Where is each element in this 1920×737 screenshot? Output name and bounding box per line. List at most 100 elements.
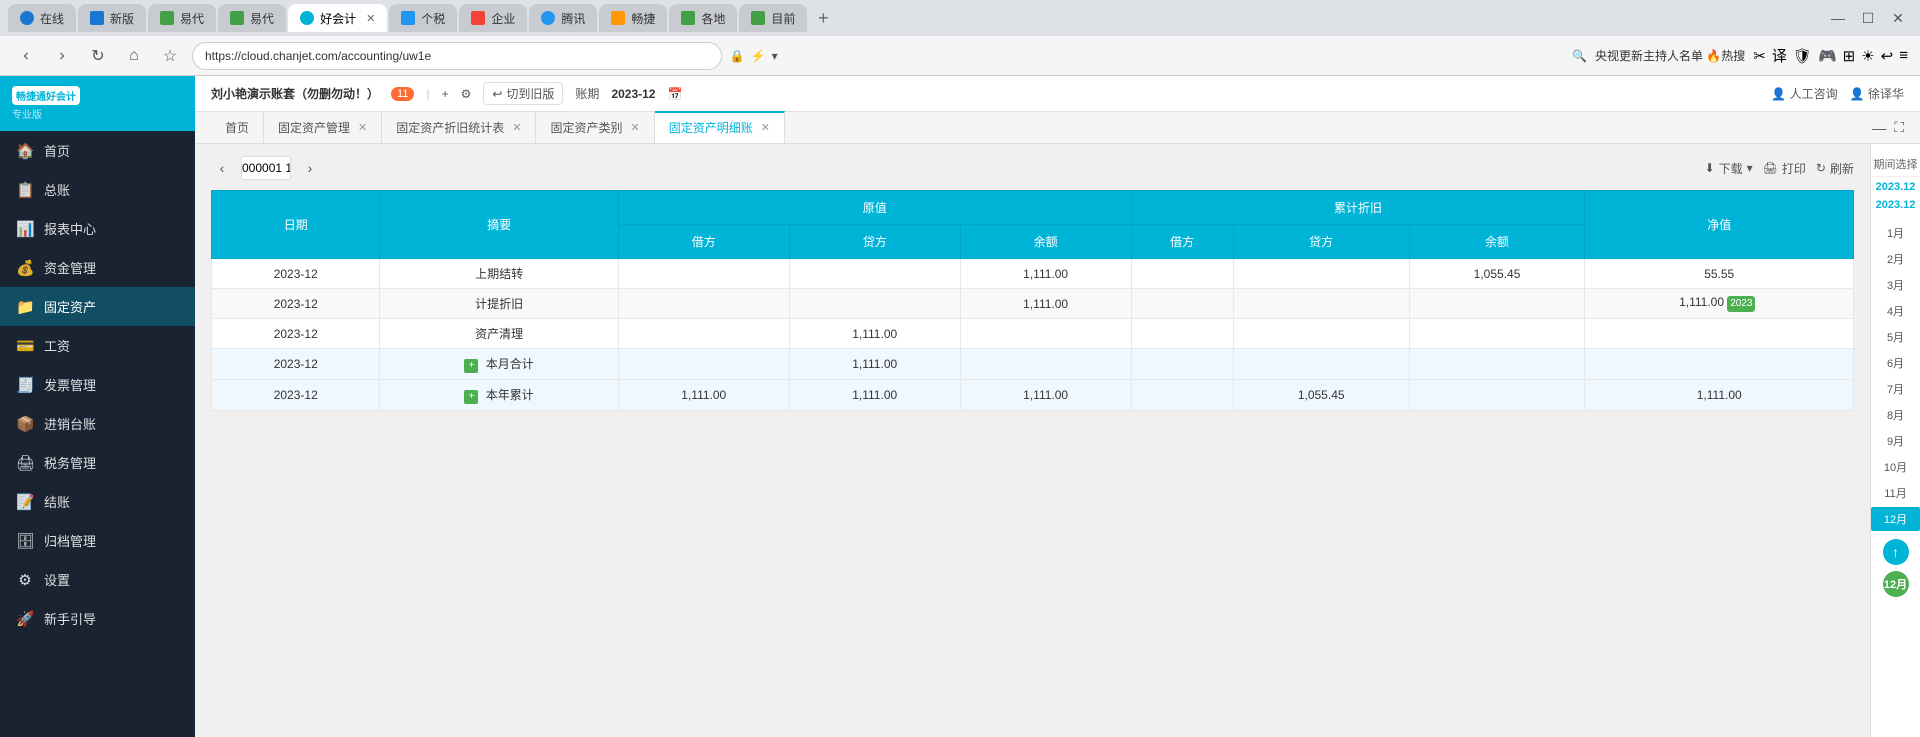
month-4[interactable]: 4月 (1871, 299, 1920, 323)
tab-fixed-category[interactable]: 固定资产类别 ✕ (536, 112, 654, 144)
up-scroll-icon[interactable]: ↑ (1883, 539, 1909, 565)
sidebar-label-home: 首页 (44, 141, 70, 160)
browser-tab-online[interactable]: 在线 (8, 4, 76, 32)
tab-depreciation-stat[interactable]: 固定资产折旧统计表 ✕ (382, 112, 536, 144)
sidebar-item-reports[interactable]: 📊 报表中心 (0, 209, 195, 248)
tab-close-depreciation[interactable]: ✕ (512, 121, 521, 134)
page-prev-button[interactable]: ‹ (211, 157, 233, 179)
calendar-icon[interactable]: 📅 (667, 87, 682, 101)
menu-icon[interactable]: ≡ (1899, 47, 1908, 64)
dropdown-icon[interactable]: ▾ (772, 49, 778, 63)
tab-close-fixed-mgmt[interactable]: ✕ (358, 121, 367, 134)
fixed-assets-icon: 📁 (16, 298, 34, 316)
user-profile-button[interactable]: 👤 徐译华 (1850, 85, 1904, 102)
cell-acc-debit-4 (1131, 349, 1233, 380)
refresh-button[interactable]: ↻ 刷新 (1816, 160, 1854, 177)
browser-tab-accounting[interactable]: 好会计 ✕ (288, 4, 387, 32)
page-input[interactable] (241, 156, 291, 180)
shield-icon[interactable]: 🛡 (1793, 47, 1812, 65)
browser-tab-enterprise[interactable]: 企业 (459, 4, 527, 32)
month-8[interactable]: 8月 (1871, 403, 1920, 427)
browser-tab-changjie[interactable]: 畅捷 (599, 4, 667, 32)
month-6[interactable]: 6月 (1871, 351, 1920, 375)
inventory-icon: 📦 (16, 415, 34, 433)
gamepad-icon[interactable]: 🎮 (1818, 47, 1837, 65)
sidebar-item-tax[interactable]: 🖨 税务管理 (0, 443, 195, 482)
month-1[interactable]: 1月 (1871, 221, 1920, 245)
total-year-icon: + (464, 390, 478, 404)
month-12[interactable]: 12月 (1871, 507, 1920, 531)
month-7[interactable]: 7月 (1871, 377, 1920, 401)
browser-toolbar-icons: ✂ 译 🛡 🎮 ⊞ ☀ ↩ ≡ (1753, 45, 1908, 66)
sidebar-item-ledger[interactable]: 📋 总账 (0, 170, 195, 209)
undo-icon[interactable]: ↩ (1881, 47, 1894, 65)
month-3[interactable]: 3月 (1871, 273, 1920, 297)
home-nav-button[interactable]: ⌂ (120, 42, 148, 70)
page-next-button[interactable]: › (299, 157, 321, 179)
expand-icon[interactable]: ⛶ (1894, 119, 1904, 136)
sidebar-item-settings[interactable]: ⚙ 设置 (0, 560, 195, 599)
add-account-icon[interactable]: + (442, 87, 449, 101)
collapse-icon[interactable]: — (1872, 120, 1886, 136)
browser-tab-individual-tax[interactable]: 个税 (389, 4, 457, 32)
browser-tab-mubiao[interactable]: 目前 (739, 4, 807, 32)
sidebar-item-funds[interactable]: 💰 资金管理 (0, 248, 195, 287)
browser-tab-new[interactable]: 新版 (78, 4, 146, 32)
cell-net-5: 1,111.00 (1585, 380, 1854, 411)
sidebar-item-home[interactable]: 🏠 首页 (0, 131, 195, 170)
sidebar-item-archive[interactable]: 🗄 归档管理 (0, 521, 195, 560)
current-month-indicator[interactable]: 12月 (1883, 571, 1909, 597)
browser-tab-yidai1[interactable]: 易代 (148, 4, 216, 32)
forward-button[interactable]: › (48, 42, 76, 70)
cell-summary-2: 计提折旧 (380, 289, 618, 319)
bookmark-button[interactable]: ☆ (156, 42, 184, 70)
user-icon: 👤 (1850, 87, 1865, 101)
switch-version-button[interactable]: ↩ 切到旧版 (483, 82, 563, 105)
content-wrapper: 刘小艳演示账套（勿删勿动！） 11 | + ⚙ ↩ 切到旧版 账期 2023-1… (195, 76, 1920, 737)
translate-icon[interactable]: 译 (1772, 45, 1787, 66)
browser-tab-yidai2[interactable]: 易代 (218, 4, 286, 32)
print-button[interactable]: 🖨 打印 (1763, 160, 1806, 177)
tab-home[interactable]: 首页 (211, 112, 264, 144)
new-tab-button[interactable]: + (809, 4, 837, 32)
browser-tab-close-icon[interactable]: ✕ (366, 12, 375, 25)
tab-close-detail[interactable]: ✕ (761, 121, 770, 134)
sidebar-item-guide[interactable]: 🚀 新手引导 (0, 599, 195, 638)
settings-account-icon[interactable]: ⚙ (461, 87, 472, 101)
table-row: 2023-12 计提折旧 1,111.00 1,111.00 2023 (212, 289, 1854, 319)
month-5[interactable]: 5月 (1871, 325, 1920, 349)
close-window-button[interactable]: ✕ (1884, 4, 1912, 32)
extension-icon-1: ⚡ (751, 49, 766, 63)
reload-button[interactable]: ↻ (84, 42, 112, 70)
sidebar-label-fixed: 固定资产 (44, 297, 96, 316)
back-button[interactable]: ‹ (12, 42, 40, 70)
month-11[interactable]: 11月 (1871, 481, 1920, 505)
closing-icon: 📝 (16, 493, 34, 511)
maximize-button[interactable]: ☐ (1854, 4, 1882, 32)
grid-icon[interactable]: ⊞ (1843, 47, 1856, 65)
th-original-value: 原值 (618, 191, 1131, 225)
month-2[interactable]: 2月 (1871, 247, 1920, 271)
sidebar-item-closing[interactable]: 📝 结账 (0, 482, 195, 521)
browser-tab-tencent[interactable]: 腾讯 (529, 4, 597, 32)
sidebar-item-payroll[interactable]: 💳 工资 (0, 326, 195, 365)
brightness-icon[interactable]: ☀ (1861, 47, 1874, 65)
tab-fixed-mgmt[interactable]: 固定资产管理 ✕ (264, 112, 382, 144)
period-date-2: 2023.12 (1874, 197, 1918, 213)
sidebar-item-invoice[interactable]: 🧾 发票管理 (0, 365, 195, 404)
browser-tab-gedi[interactable]: 各地 (669, 4, 737, 32)
help-button[interactable]: 👤 人工咨询 (1771, 85, 1837, 102)
sidebar-item-fixed-assets[interactable]: 📁 固定资产 (0, 287, 195, 326)
month-9[interactable]: 9月 (1871, 429, 1920, 453)
tab-close-category[interactable]: ✕ (631, 121, 640, 134)
month-10[interactable]: 10月 (1871, 455, 1920, 479)
th-acc-debit: 借方 (1131, 225, 1233, 259)
address-input[interactable] (192, 42, 722, 70)
download-button[interactable]: ⬇ 下载 ▾ (1705, 160, 1753, 177)
minimize-button[interactable]: — (1824, 4, 1852, 32)
cut-icon[interactable]: ✂ (1753, 47, 1766, 65)
tab-fixed-detail[interactable]: 固定资产明细账 ✕ (655, 111, 785, 143)
sidebar-label-funds: 资金管理 (44, 258, 96, 277)
sidebar-label-guide: 新手引导 (44, 609, 96, 628)
sidebar-item-inventory[interactable]: 📦 进销台账 (0, 404, 195, 443)
